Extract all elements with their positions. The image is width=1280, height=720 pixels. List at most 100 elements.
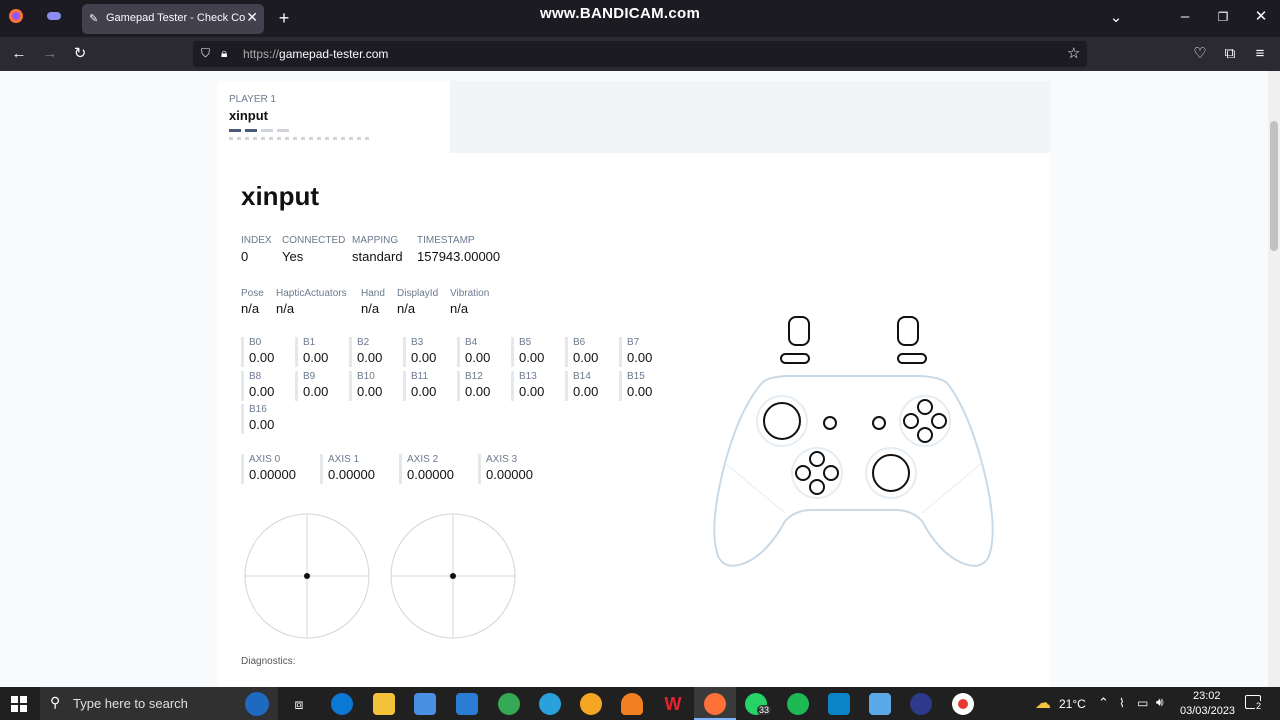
button-label: B16 bbox=[249, 404, 267, 415]
url-host: gamepad-tester.com bbox=[279, 47, 389, 61]
clock-time[interactable]: 23:02 bbox=[1193, 690, 1221, 702]
axis-label: AXIS 3 bbox=[486, 454, 518, 465]
bing-icon[interactable] bbox=[245, 692, 269, 716]
app-icon-blue[interactable] bbox=[828, 693, 850, 715]
battery-icon[interactable]: ▭ bbox=[1137, 696, 1148, 710]
button-b7: B7 0.00 bbox=[619, 337, 669, 367]
button-value: 0.00 bbox=[411, 384, 437, 399]
firefox-icon bbox=[704, 693, 726, 715]
close-window-icon[interactable]: ✕ bbox=[1251, 7, 1271, 27]
app-icon-monitor[interactable] bbox=[869, 693, 891, 715]
list-tabs-icon[interactable]: ⌄ bbox=[1106, 8, 1126, 28]
displayid-label: DisplayId bbox=[397, 288, 439, 299]
card-tab-strip bbox=[450, 81, 1050, 153]
forward-icon[interactable]: → bbox=[40, 44, 60, 64]
store-icon[interactable] bbox=[414, 693, 436, 715]
edge-icon[interactable] bbox=[331, 693, 353, 715]
button-label: B11 bbox=[411, 371, 429, 382]
button-label: B6 bbox=[573, 337, 586, 348]
lock-icon[interactable]: 🔒︎ bbox=[221, 46, 227, 61]
button-value: 0.00 bbox=[465, 384, 491, 399]
bandicam-watermark: www.BANDICAM.com bbox=[540, 5, 701, 22]
bandicam-record-icon[interactable] bbox=[952, 693, 974, 715]
button-value: 0.00 bbox=[249, 350, 275, 365]
minimize-icon[interactable]: – bbox=[1175, 7, 1195, 27]
temperature[interactable]: 21°C bbox=[1059, 697, 1086, 711]
button-b15: B15 0.00 bbox=[619, 371, 669, 401]
button-value: 0.00 bbox=[465, 350, 491, 365]
wps-icon[interactable]: W bbox=[662, 693, 684, 715]
button-label: B0 bbox=[249, 337, 262, 348]
browser-tab-bar: ✎ Gamepad Tester - Check Contro ✕ + www.… bbox=[0, 0, 1280, 37]
button-b9: B9 0.00 bbox=[295, 371, 345, 401]
mail-icon[interactable] bbox=[456, 693, 478, 715]
restore-icon[interactable]: ❐ bbox=[1213, 7, 1233, 27]
back-icon[interactable]: ← bbox=[9, 44, 29, 64]
volume-icon[interactable]: 🔊︎ bbox=[1156, 695, 1164, 710]
page-scrollbar[interactable] bbox=[1268, 71, 1280, 687]
network-icon[interactable]: ⌇ bbox=[1119, 696, 1125, 710]
axis-label: AXIS 1 bbox=[328, 454, 360, 465]
shield-icon[interactable]: ⛉ bbox=[201, 46, 210, 61]
tab-gamepad-tester[interactable]: ✎ Gamepad Tester - Check Contro ✕ bbox=[82, 4, 264, 34]
clock-date[interactable]: 03/03/2023 bbox=[1180, 705, 1235, 717]
index-label: INDEX bbox=[241, 235, 272, 246]
windows-start-icon[interactable] bbox=[11, 696, 27, 717]
gamepad-tab-icon[interactable] bbox=[44, 8, 64, 30]
hand-value: n/a bbox=[361, 301, 380, 316]
button-value: 0.00 bbox=[303, 350, 329, 365]
whatsapp-badge: 33 bbox=[757, 705, 772, 715]
brave-icon[interactable] bbox=[580, 693, 602, 715]
activity-indicator bbox=[229, 129, 369, 148]
player-tab[interactable]: PLAYER 1 xinput bbox=[217, 81, 450, 153]
cloudflare-icon[interactable] bbox=[621, 693, 643, 715]
taskbar-search-box[interactable]: ⚲ Type here to search bbox=[40, 687, 278, 720]
app-icon-dark[interactable] bbox=[910, 693, 932, 715]
button-b10: B10 0.00 bbox=[349, 371, 399, 401]
firefox-menu-icon[interactable] bbox=[6, 8, 26, 30]
whatsapp-icon[interactable]: 33 bbox=[745, 693, 772, 715]
spotify-icon[interactable] bbox=[787, 693, 809, 715]
button-label: B12 bbox=[465, 371, 483, 382]
button-label: B2 bbox=[357, 337, 370, 348]
extensions-icon[interactable]: ⧉ bbox=[1220, 44, 1240, 64]
bookmark-star-icon[interactable]: ☆ bbox=[1067, 44, 1080, 62]
chrome-icon[interactable] bbox=[498, 693, 520, 715]
scrollbar-thumb[interactable] bbox=[1270, 121, 1278, 251]
left-stick-visualizer bbox=[244, 513, 370, 639]
tab-favicon-icon: ✎ bbox=[89, 13, 99, 25]
axis-label: AXIS 0 bbox=[249, 454, 281, 465]
axis-1: AXIS 1 0.00000 bbox=[320, 454, 395, 484]
gamepad-card: PLAYER 1 xinput xinput INDEX 0 CONNECTED… bbox=[217, 81, 1050, 687]
notification-icon[interactable]: 2 bbox=[1245, 695, 1263, 711]
button-label: B10 bbox=[357, 371, 375, 382]
button-label: B4 bbox=[465, 337, 478, 348]
hamburger-menu-icon[interactable]: ≡ bbox=[1250, 44, 1270, 64]
button-value: 0.00 bbox=[573, 350, 599, 365]
search-placeholder: Type here to search bbox=[73, 696, 188, 711]
telegram-icon[interactable] bbox=[539, 693, 561, 715]
reload-icon[interactable]: ↻ bbox=[70, 44, 90, 64]
page-viewport: PLAYER 1 xinput xinput INDEX 0 CONNECTED… bbox=[0, 71, 1268, 687]
file-explorer-icon[interactable] bbox=[373, 693, 395, 715]
url-bar[interactable]: ⛉ 🔒︎ https://gamepad-tester.com ☆ bbox=[193, 41, 1087, 67]
button-label: B7 bbox=[627, 337, 640, 348]
button-b14: B14 0.00 bbox=[565, 371, 615, 401]
tray-chevron-icon[interactable]: ⌃ bbox=[1098, 695, 1109, 711]
new-tab-icon[interactable]: + bbox=[274, 8, 294, 28]
button-b5: B5 0.00 bbox=[511, 337, 561, 367]
right-stick-visualizer bbox=[390, 513, 516, 639]
vibration-value: n/a bbox=[450, 301, 469, 316]
timestamp-value: 157943.00000 bbox=[417, 249, 501, 264]
close-tab-icon[interactable]: ✕ bbox=[246, 9, 258, 26]
button-b2: B2 0.00 bbox=[349, 337, 399, 367]
axis-value: 0.00000 bbox=[249, 467, 296, 482]
controller-diagram bbox=[713, 316, 994, 567]
task-view-icon[interactable]: ⧈ bbox=[288, 693, 310, 715]
weather-icon[interactable]: ☁ bbox=[1032, 693, 1054, 715]
firefox-taskbar-highlight[interactable] bbox=[694, 687, 736, 720]
axis-2: AXIS 2 0.00000 bbox=[399, 454, 474, 484]
pocket-icon[interactable]: ♡ bbox=[1190, 44, 1210, 64]
axis-value: 0.00000 bbox=[407, 467, 454, 482]
haptic-value: n/a bbox=[276, 301, 295, 316]
